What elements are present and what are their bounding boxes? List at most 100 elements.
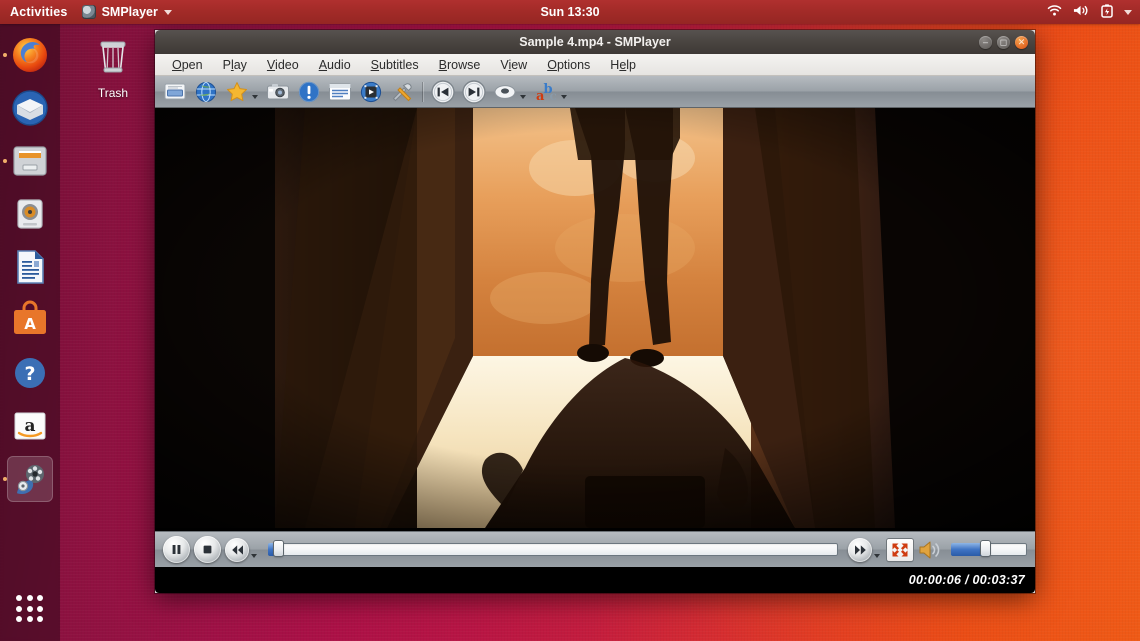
preferences-tools-icon[interactable] (388, 78, 416, 106)
activities-button[interactable]: Activities (0, 5, 82, 19)
grid-dot (27, 606, 33, 612)
grid-dot (16, 595, 22, 601)
time-display: 00:00:06 / 00:03:37 (909, 573, 1025, 587)
volume-slider[interactable] (951, 542, 1027, 558)
menu-subtitles[interactable]: Subtitles (362, 55, 428, 75)
volume-handle[interactable] (981, 541, 990, 556)
running-indicator (3, 477, 7, 481)
launcher: A ? a (0, 24, 60, 641)
menu-video[interactable]: Video (258, 55, 308, 75)
subtitle-dropdown-icon[interactable] (561, 95, 567, 99)
player-controls (155, 531, 1035, 567)
video-display[interactable] (155, 108, 1035, 531)
menubar: Open Play Video Audio Subtitles Browse V… (155, 54, 1035, 76)
launcher-item-ubuntu-software[interactable]: A (7, 297, 53, 343)
grid-dot (16, 606, 22, 612)
app-menu[interactable]: SMPlayer (82, 5, 172, 19)
menu-audio[interactable]: Audio (310, 55, 360, 75)
window-titlebar[interactable]: Sample 4.mp4 - SMPlayer – ◻ ✕ (155, 30, 1035, 54)
help-icon: ? (10, 353, 50, 393)
window-title: Sample 4.mp4 - SMPlayer (519, 35, 670, 49)
maximize-button[interactable]: ◻ (997, 36, 1010, 49)
rhythmbox-icon (10, 194, 50, 234)
toolbar: a b c (155, 76, 1035, 108)
statusbar: 00:00:06 / 00:03:37 (155, 567, 1035, 593)
forward-dropdown-icon[interactable] (874, 554, 880, 558)
firefox-icon (10, 35, 50, 75)
previous-track-icon[interactable] (429, 78, 457, 106)
open-url-globe-icon[interactable] (192, 78, 220, 106)
launcher-item-libreoffice-writer[interactable] (7, 244, 53, 290)
pause-button[interactable] (163, 536, 190, 563)
rewind-dropdown-icon[interactable] (251, 554, 257, 558)
seek-track[interactable] (268, 543, 838, 556)
video-equalizer-icon[interactable] (357, 78, 385, 106)
grid-dot (37, 616, 43, 622)
amazon-icon: a (10, 406, 50, 446)
running-indicator (3, 159, 7, 163)
grid-dot (27, 616, 33, 622)
launcher-item-files[interactable] (7, 138, 53, 184)
next-track-icon[interactable] (460, 78, 488, 106)
smplayer-icon (10, 459, 50, 499)
audio-track-dropdown-icon[interactable] (520, 95, 526, 99)
launcher-item-rhythmbox[interactable] (7, 191, 53, 237)
svg-text:A: A (24, 315, 36, 333)
audio-track-icon[interactable] (491, 78, 519, 106)
volume-fill (951, 543, 985, 556)
desktop-icon-trash[interactable]: Trash (84, 34, 142, 100)
rewind-button[interactable] (225, 538, 249, 562)
grid-dot (37, 606, 43, 612)
seek-handle[interactable] (274, 541, 283, 556)
app-menu-label: SMPlayer (102, 5, 158, 19)
screenshot-camera-icon[interactable] (264, 78, 292, 106)
ubuntu-software-icon: A (10, 300, 50, 340)
menu-browse[interactable]: Browse (430, 55, 490, 75)
minimize-button[interactable]: – (979, 36, 992, 49)
battery-icon[interactable] (1101, 4, 1113, 21)
fullscreen-button[interactable] (887, 539, 913, 561)
launcher-item-thunderbird[interactable] (7, 85, 53, 131)
playlist-icon[interactable] (326, 78, 354, 106)
menu-help[interactable]: Help (601, 55, 645, 75)
chevron-down-icon (164, 10, 172, 15)
launcher-item-amazon[interactable]: a (7, 403, 53, 449)
seek-slider[interactable] (268, 542, 838, 558)
media-info-icon[interactable] (295, 78, 323, 106)
launcher-item-smplayer[interactable] (7, 456, 53, 502)
stop-button[interactable] (194, 536, 221, 563)
toolbar-separator (422, 82, 423, 102)
mute-button[interactable] (917, 536, 943, 564)
grid-dot (37, 595, 43, 601)
svg-text:?: ? (24, 363, 35, 385)
running-indicator (3, 53, 7, 57)
smplayer-icon (82, 5, 96, 19)
svg-text:a: a (24, 416, 35, 436)
system-tray (1047, 4, 1132, 21)
smplayer-window: Sample 4.mp4 - SMPlayer – ◻ ✕ Open Play … (155, 30, 1035, 593)
libreoffice-writer-icon (10, 247, 50, 287)
system-menu-chevron-icon[interactable] (1124, 10, 1132, 15)
favorites-star-icon[interactable] (223, 78, 251, 106)
menu-options[interactable]: Options (538, 55, 599, 75)
thunderbird-icon (10, 88, 50, 128)
subtitle-abc-icon[interactable]: a b c (532, 78, 560, 106)
launcher-item-help[interactable]: ? (7, 350, 53, 396)
launcher-item-firefox[interactable] (7, 32, 53, 78)
window-controls: – ◻ ✕ (979, 36, 1028, 49)
show-applications-button[interactable] (8, 587, 52, 631)
favorites-dropdown-icon[interactable] (252, 95, 258, 99)
trash-icon (91, 34, 135, 78)
trash-label: Trash (84, 86, 142, 100)
top-panel: Activities SMPlayer Sun 13:30 (0, 0, 1140, 24)
menu-play[interactable]: Play (214, 55, 256, 75)
grid-dot (27, 595, 33, 601)
forward-button[interactable] (848, 538, 872, 562)
menu-open[interactable]: Open (163, 55, 212, 75)
open-file-icon[interactable] (161, 78, 189, 106)
close-button[interactable]: ✕ (1015, 36, 1028, 49)
wifi-icon[interactable] (1047, 4, 1062, 20)
clock[interactable]: Sun 13:30 (540, 5, 599, 19)
volume-icon[interactable] (1073, 4, 1090, 20)
menu-view[interactable]: View (491, 55, 536, 75)
